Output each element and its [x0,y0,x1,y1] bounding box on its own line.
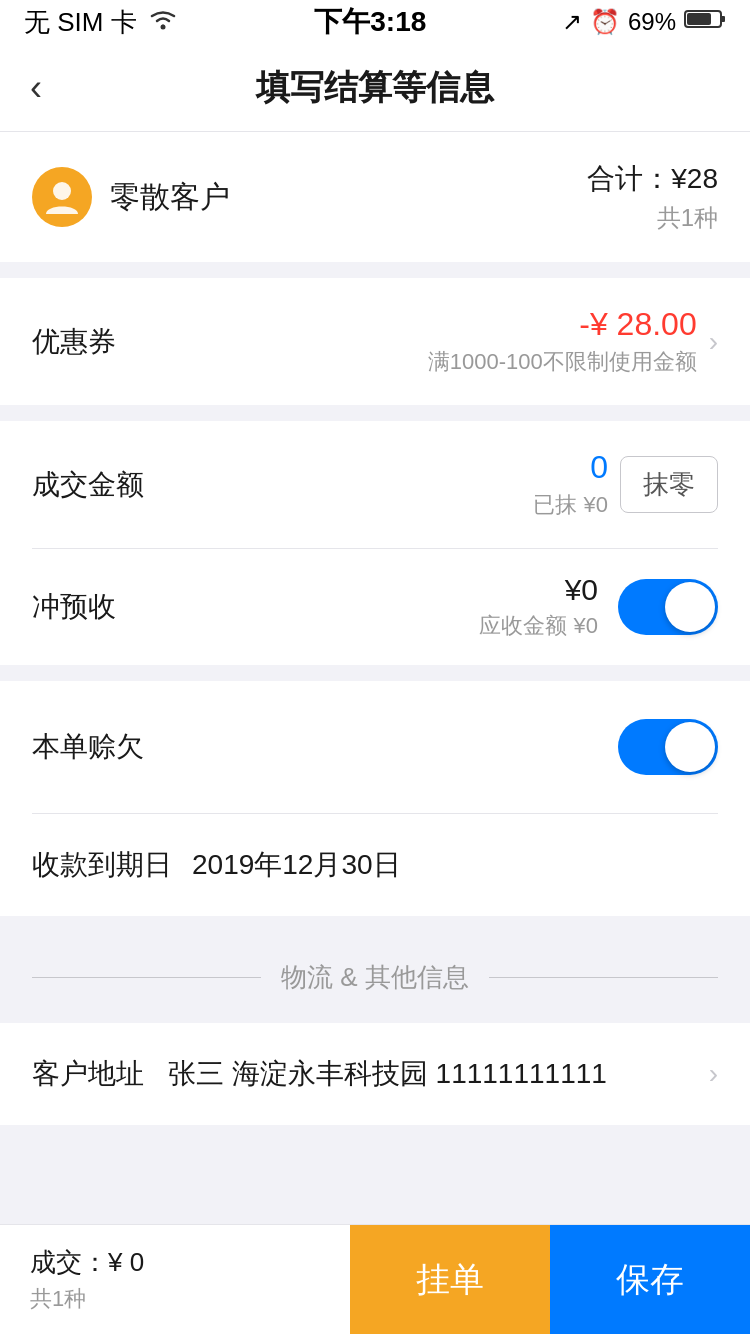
duedate-label: 收款到期日 [32,846,172,884]
debt-row: 本单赊欠 [0,681,750,813]
address-label: 客户地址 [32,1055,144,1093]
back-button[interactable]: ‹ [30,67,42,109]
deal-amount-value: 0 [533,449,608,486]
bottom-summary: 成交：¥ 0 共1种 [0,1245,350,1314]
bottom-deal-row: 成交：¥ 0 [30,1245,320,1280]
address-section: 客户地址 张三 海淀永丰科技园 11111111111 › [0,1023,750,1125]
duedate-value: 2019年12月30日 [192,846,401,884]
battery-icon [684,8,726,36]
prepayment-sub-amount: 应收金额 ¥0 [479,611,598,641]
sim-status: 无 SIM 卡 [24,5,137,40]
prepayment-toggle[interactable] [618,579,718,635]
alarm-icon: ⏰ [590,8,620,36]
customer-total: 合计：¥28 [587,160,718,198]
status-time: 下午3:18 [314,3,426,41]
prepayment-row: 冲预收 ¥0 应收金额 ¥0 [0,549,750,665]
prepayment-main-amount: ¥0 [479,573,598,607]
sep-line-left [32,977,261,978]
coupon-row[interactable]: 优惠券 -¥ 28.00 满1000-100不限制使用金额 › [0,278,750,405]
deal-amount-right: 0 已抹 ¥0 抹零 [533,449,718,520]
address-row[interactable]: 客户地址 张三 海淀永丰科技园 11111111111 › [0,1023,750,1125]
address-value: 张三 海淀永丰科技园 11111111111 [168,1055,709,1093]
logistics-label: 物流 & 其他信息 [281,960,469,995]
main-content: 零散客户 合计：¥28 共1种 优惠券 -¥ 28.00 满1000-100不限… [0,132,750,1334]
deal-amount-label: 成交金额 [32,466,144,504]
page-title: 填写结算等信息 [256,65,494,111]
customer-name: 零散客户 [110,177,230,218]
svg-point-4 [53,182,71,200]
sep-line-right [489,977,718,978]
status-left: 无 SIM 卡 [24,5,179,40]
debt-label: 本单赊欠 [32,728,144,766]
coupon-section: 优惠券 -¥ 28.00 满1000-100不限制使用金额 › [0,278,750,405]
discount-desc: 满1000-100不限制使用金额 [428,347,697,377]
coupon-right: -¥ 28.00 满1000-100不限制使用金额 › [428,306,718,377]
deal-amount-sub: 已抹 ¥0 [533,490,608,520]
coupon-discount: -¥ 28.00 满1000-100不限制使用金额 [428,306,697,377]
status-right: ↗ ⏰ 69% [562,8,726,36]
address-chevron-icon: › [709,1058,718,1090]
customer-summary: 合计：¥28 共1种 [587,160,718,234]
debt-section: 本单赊欠 收款到期日 2019年12月30日 [0,681,750,916]
coupon-label: 优惠券 [32,323,116,361]
status-bar: 无 SIM 卡 下午3:18 ↗ ⏰ 69% [0,0,750,44]
logistics-separator: 物流 & 其他信息 [0,932,750,1023]
customer-left: 零散客户 [32,167,230,227]
bottom-bar: 成交：¥ 0 共1种 挂单 保存 [0,1224,750,1334]
svg-rect-3 [687,13,711,25]
debt-toggle[interactable] [618,719,718,775]
bottom-count: 共1种 [30,1284,320,1314]
customer-count: 共1种 [587,202,718,234]
avatar [32,167,92,227]
wifi-icon [147,8,179,36]
deal-amount-block: 0 已抹 ¥0 [533,449,608,520]
duedate-row: 收款到期日 2019年12月30日 [0,814,750,916]
prepayment-label: 冲预收 [32,588,116,626]
customer-row: 零散客户 合计：¥28 共1种 [0,132,750,262]
nav-bar: ‹ 填写结算等信息 [0,44,750,132]
deal-amount-row: 成交金额 0 已抹 ¥0 抹零 [0,421,750,548]
prepayment-amounts: ¥0 应收金额 ¥0 [479,573,598,641]
discount-amount: -¥ 28.00 [428,306,697,343]
chevron-right-icon: › [709,326,718,358]
location-icon: ↗ [562,8,582,36]
round-off-button[interactable]: 抹零 [620,456,718,513]
bottom-deal-amount: ¥ 0 [108,1247,144,1277]
battery-percent: 69% [628,8,676,36]
deal-amount-section: 成交金额 0 已抹 ¥0 抹零 冲预收 ¥0 应收金额 ¥0 [0,421,750,665]
prepayment-right: ¥0 应收金额 ¥0 [479,573,718,641]
customer-section: 零散客户 合计：¥28 共1种 [0,132,750,262]
toggle-knob [665,582,715,632]
save-button[interactable]: 保存 [550,1225,750,1335]
toggle-knob-debt [665,722,715,772]
hang-button[interactable]: 挂单 [350,1225,550,1335]
svg-rect-2 [721,16,725,22]
svg-point-0 [160,25,165,30]
bottom-deal-label: 成交： [30,1247,108,1277]
